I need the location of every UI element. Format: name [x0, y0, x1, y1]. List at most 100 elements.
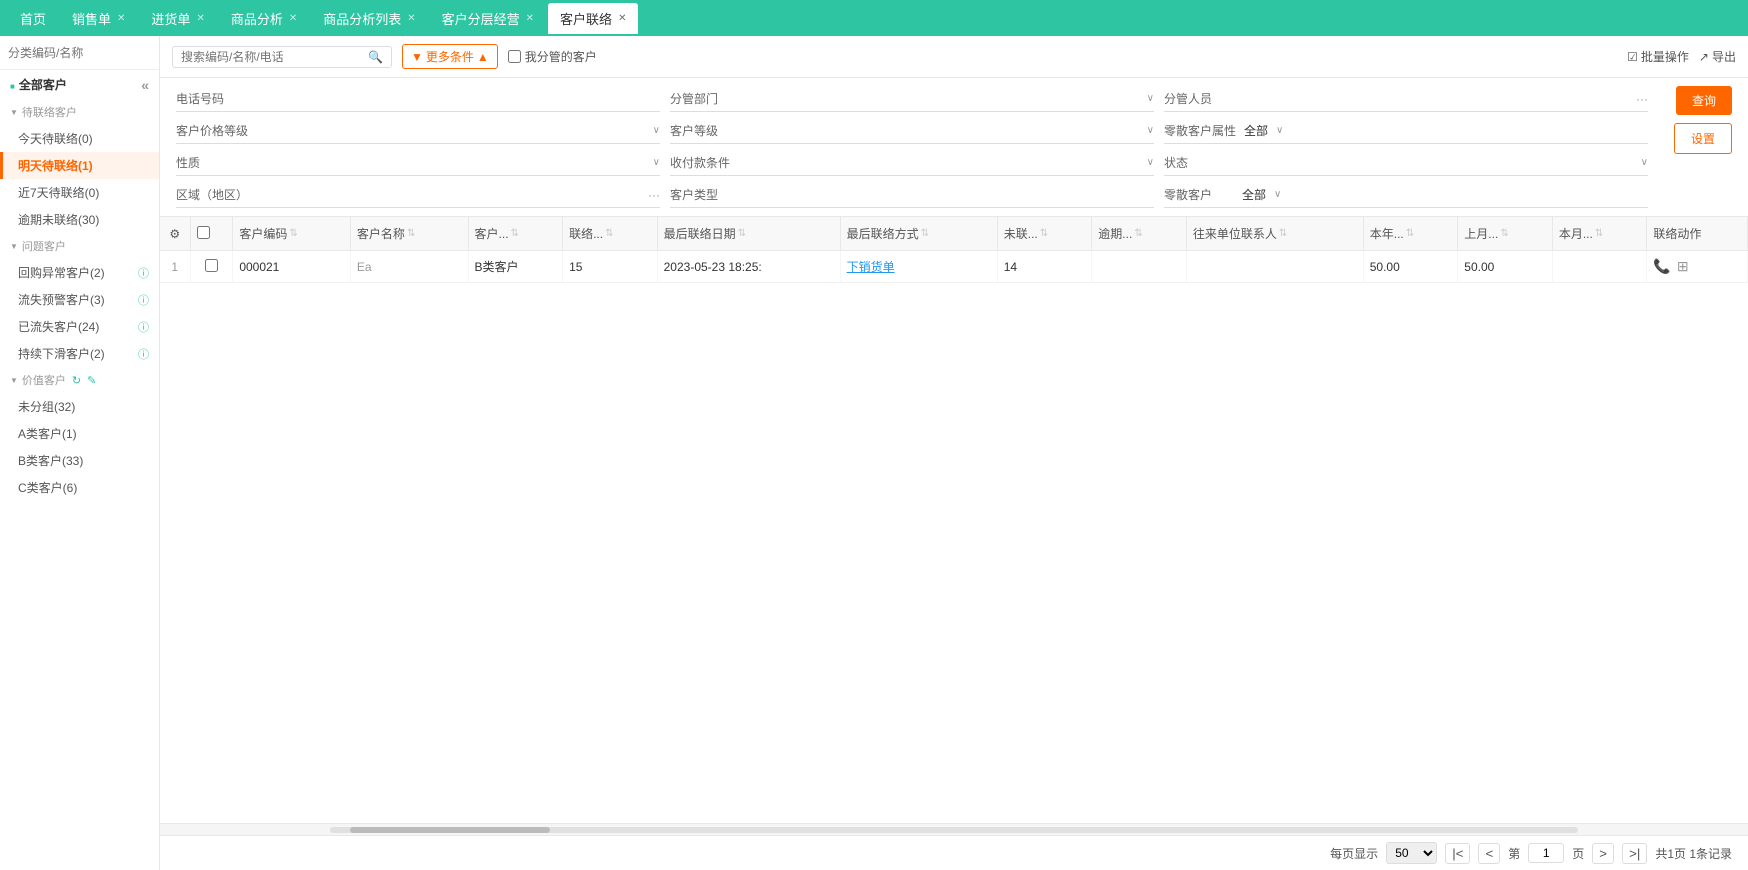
sort-date-icon[interactable]: ⇅ — [738, 228, 746, 239]
sidebar-search-input[interactable] — [8, 46, 160, 60]
sort-lmonth-icon[interactable]: ⇅ — [1500, 228, 1508, 239]
sidebar-item-overdue[interactable]: 逾期未联络(30) — [0, 206, 159, 233]
sort-unlinked-icon[interactable]: ⇅ — [1040, 228, 1048, 239]
row-checkbox-cell — [190, 251, 233, 283]
horizontal-scrollbar[interactable] — [160, 823, 1748, 835]
price-dropdown-icon[interactable]: ∨ — [653, 125, 660, 136]
person-more-icon[interactable]: ··· — [1636, 92, 1648, 106]
table-header-row: ⚙ 客户编码 ⇅ 客户名称 — [160, 217, 1748, 251]
retail-dropdown-icon[interactable]: ∨ — [1276, 125, 1283, 136]
nav-customer-segmentation[interactable]: 客户分层经营 ✕ — [430, 3, 546, 34]
more-filter-button[interactable]: ▼ 更多条件 ▲ — [402, 44, 498, 69]
my-customers-checkbox[interactable] — [508, 50, 521, 63]
nature-dropdown-icon[interactable]: ∨ — [653, 157, 660, 168]
filter-region-input[interactable] — [256, 188, 644, 202]
filter-level-input[interactable] — [748, 124, 1143, 138]
filter-type-label: 客户类型 — [670, 186, 740, 203]
nav-close-sales[interactable]: ✕ — [117, 13, 125, 24]
nav-close-product-analysis[interactable]: ✕ — [289, 13, 297, 24]
page-size-select[interactable]: 50 100 — [1386, 842, 1437, 864]
refresh-icon[interactable]: ↻ — [72, 374, 81, 387]
filter-nature-input[interactable] — [254, 156, 649, 170]
sidebar-item-tomorrow[interactable]: 明天待联络(1) — [0, 152, 159, 179]
action-phone-icon[interactable]: 📞 — [1653, 258, 1670, 275]
filter-dept-input[interactable] — [748, 92, 1143, 106]
next-page-button[interactable]: > — [1592, 843, 1614, 864]
sort-year-icon[interactable]: ⇅ — [1406, 228, 1414, 239]
sidebar-item-class-b[interactable]: B类客户(33) — [0, 447, 159, 474]
sidebar-item-churned[interactable]: 已流失客户(24) ⓘ — [0, 313, 159, 340]
filter-type-input[interactable] — [748, 188, 1154, 202]
region-more-icon[interactable]: ··· — [648, 188, 660, 202]
sidebar-item-7days[interactable]: 近7天待联络(0) — [0, 179, 159, 206]
page-number-input[interactable] — [1528, 843, 1564, 863]
top-nav: 首页 销售单 ✕ 进货单 ✕ 商品分析 ✕ 商品分析列表 ✕ 客户分层经营 ✕ … — [0, 0, 1748, 36]
nav-customer-contact[interactable]: 客户联络 ✕ — [548, 3, 638, 34]
edit-icon[interactable]: ✎ — [87, 374, 96, 387]
sidebar-item-churn-warning[interactable]: 流失预警客户(3) ⓘ — [0, 286, 159, 313]
action-grid-icon[interactable]: ⊞ — [1677, 258, 1689, 275]
nav-close-customer-seg[interactable]: ✕ — [526, 13, 534, 24]
sidebar-all-customers[interactable]: 全部客户 « — [0, 70, 159, 99]
sidebar-item-class-a[interactable]: A类客户(1) — [0, 420, 159, 447]
row-checkbox[interactable] — [205, 259, 218, 272]
first-page-button[interactable]: |< — [1445, 843, 1470, 864]
nav-home[interactable]: 首页 — [8, 3, 58, 34]
last-method-link[interactable]: 下销货单 — [847, 260, 895, 274]
set-button[interactable]: 设置 — [1674, 123, 1732, 154]
filter-phone-input[interactable] — [254, 92, 660, 106]
select-all-checkbox[interactable] — [197, 226, 210, 239]
filter-price-input[interactable] — [256, 124, 649, 138]
sidebar-item-abnormal[interactable]: 回购异常客户(2) ⓘ — [0, 259, 159, 286]
filter-person-input[interactable] — [1242, 92, 1632, 106]
export-button[interactable]: ↗ 导出 — [1699, 48, 1736, 65]
nav-purchase[interactable]: 进货单 ✕ — [139, 3, 216, 34]
info-icon-4: ⓘ — [138, 346, 149, 362]
nav-close-customer-contact[interactable]: ✕ — [618, 13, 626, 24]
filter-status-input[interactable] — [1242, 156, 1637, 170]
total-count: 共1页 1条记录 — [1655, 845, 1732, 862]
filter-person-label: 分管人员 — [1164, 90, 1234, 107]
sort-person-icon[interactable]: ⇅ — [1279, 228, 1287, 239]
prev-page-button[interactable]: < — [1478, 843, 1500, 864]
nav-close-product-list[interactable]: ✕ — [407, 13, 415, 24]
search-button-icon[interactable]: 🔍 — [368, 50, 383, 64]
row-last-method: 下销货单 — [840, 251, 997, 283]
col-actions: 联络动作 — [1647, 217, 1748, 251]
sort-contact-icon[interactable]: ⇅ — [605, 228, 613, 239]
nav-close-purchase[interactable]: ✕ — [196, 13, 204, 24]
sort-overdue-icon[interactable]: ⇅ — [1134, 228, 1142, 239]
dept-dropdown-icon[interactable]: ∨ — [1147, 93, 1154, 104]
payment-dropdown-icon[interactable]: ∨ — [1147, 157, 1154, 168]
customer-table: ⚙ 客户编码 ⇅ 客户名称 — [160, 217, 1748, 283]
nav-product-analysis[interactable]: 商品分析 ✕ — [219, 3, 309, 34]
last-page-button[interactable]: >| — [1622, 843, 1647, 864]
row-overdue — [1092, 251, 1187, 283]
sidebar-item-declining[interactable]: 持续下滑客户(2) ⓘ — [0, 340, 159, 367]
retail-cust-dropdown-icon[interactable]: ∨ — [1274, 189, 1281, 200]
sort-code-icon[interactable]: ⇅ — [289, 228, 297, 239]
sidebar-item-today[interactable]: 今天待联络(0) — [0, 125, 159, 152]
sidebar-item-ungrouped[interactable]: 未分组(32) — [0, 393, 159, 420]
nav-sales[interactable]: 销售单 ✕ — [60, 3, 137, 34]
status-dropdown-icon[interactable]: ∨ — [1641, 157, 1648, 168]
filter-row-3: 性质 ∨ 收付款条件 ∨ 状态 ∨ — [176, 150, 1658, 176]
sort-tmonth-icon[interactable]: ⇅ — [1595, 228, 1603, 239]
level-dropdown-icon[interactable]: ∨ — [1147, 125, 1154, 136]
sort-name-icon[interactable]: ⇅ — [407, 228, 415, 239]
row-this-month — [1552, 251, 1647, 283]
sort-type-icon[interactable]: ⇅ — [511, 228, 519, 239]
gear-icon[interactable]: ⚙ — [169, 227, 180, 241]
my-customers-checkbox-label[interactable]: 我分管的客户 — [508, 48, 597, 65]
export-icon: ↗ — [1699, 50, 1709, 64]
filter-retail-cust-value: 全部 — [1242, 186, 1266, 203]
query-button[interactable]: 查询 — [1676, 86, 1732, 115]
sort-method-icon[interactable]: ⇅ — [921, 228, 929, 239]
sidebar: 🔍 全部客户 « ▼ 待联络客户 今天待联络(0) 明天待联络(1) 近7天待联… — [0, 36, 160, 870]
filter-payment-input[interactable] — [748, 156, 1143, 170]
sidebar-item-class-c[interactable]: C类客户(6) — [0, 474, 159, 501]
search-input[interactable] — [181, 50, 368, 64]
scrollbar-thumb[interactable] — [350, 827, 550, 833]
batch-op-button[interactable]: ☑ 批量操作 — [1627, 48, 1689, 65]
nav-product-list[interactable]: 商品分析列表 ✕ — [311, 3, 427, 34]
